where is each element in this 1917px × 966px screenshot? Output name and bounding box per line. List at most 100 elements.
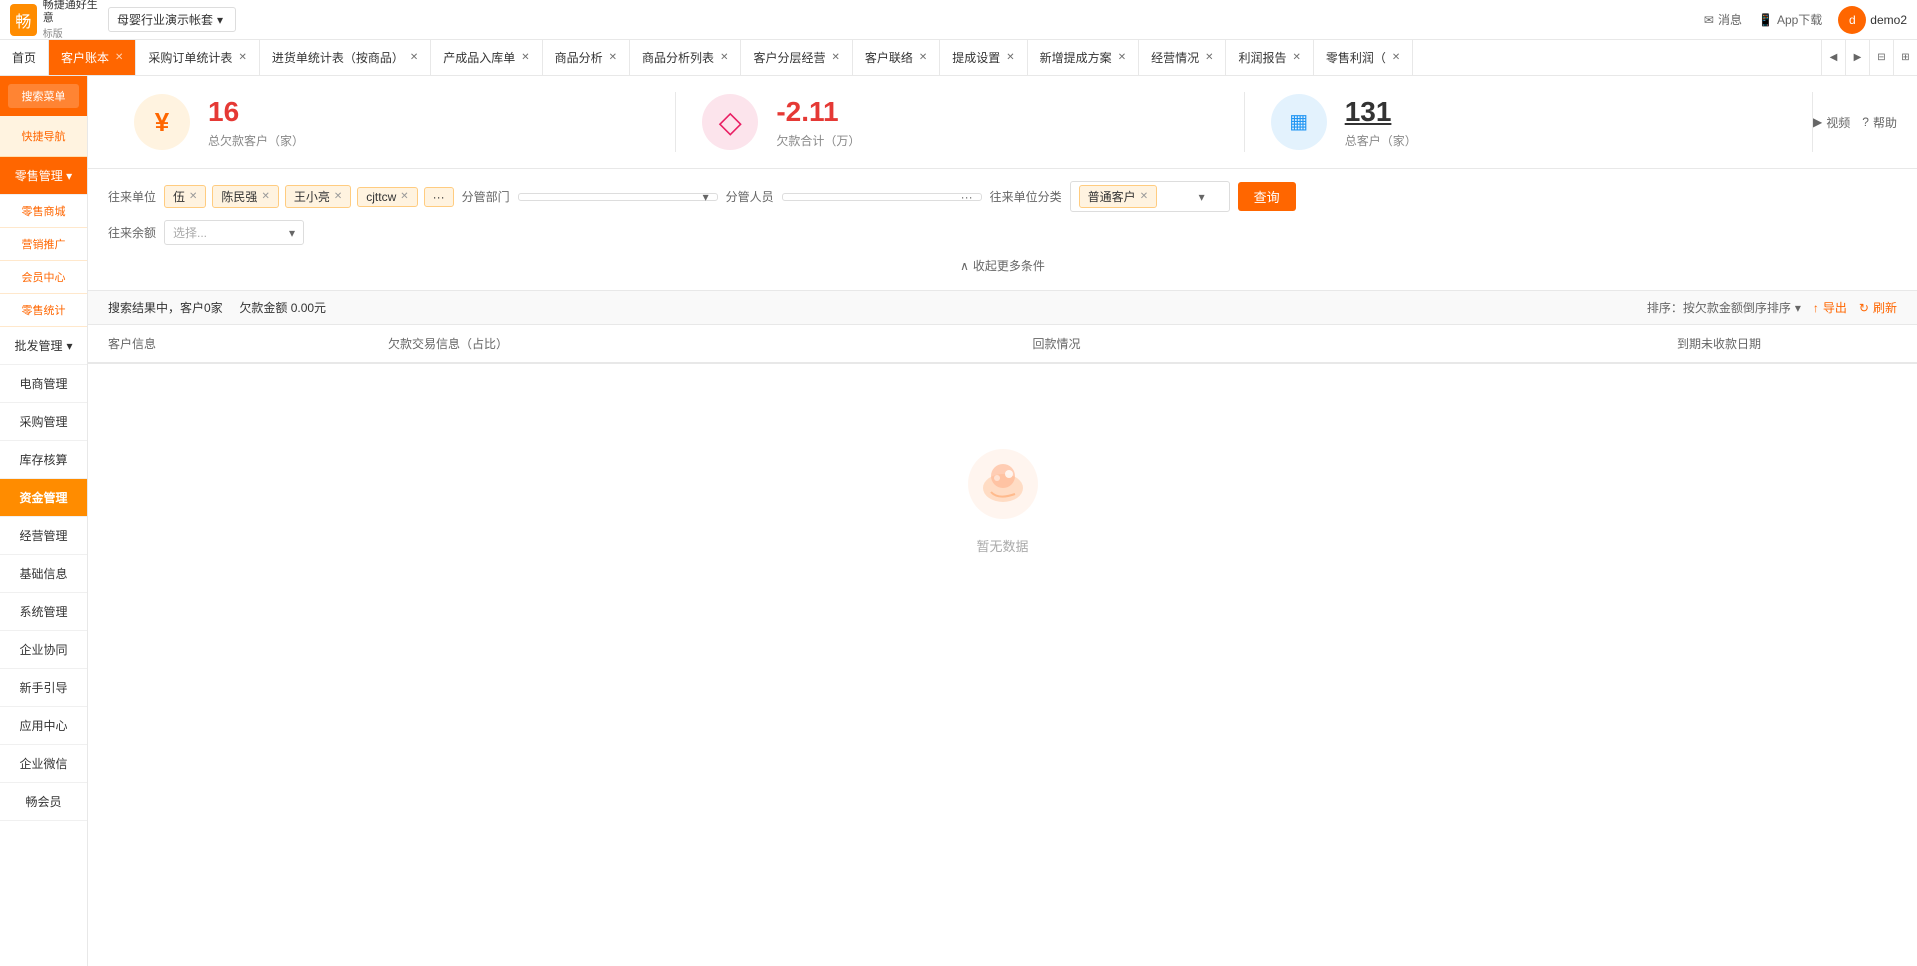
unit-tag-cjttcw-remove[interactable]: ✕	[400, 191, 408, 202]
main-layout: 搜索菜单 快捷导航 零售管理 ▾ 零售商城 营销推广 会员中心 零售统计 批发管…	[0, 76, 1917, 966]
industry-selector[interactable]: 母婴行业演示帐套 ▾	[108, 7, 236, 32]
balance-select[interactable]: 选择... ▾	[164, 220, 304, 245]
unit-tag-wu-remove[interactable]: ✕	[189, 191, 197, 202]
nav-prev-button[interactable]: ◀	[1821, 40, 1845, 76]
search-menu-button[interactable]: 搜索菜单	[8, 84, 79, 108]
sort-chevron-icon[interactable]: ▾	[1795, 301, 1801, 315]
video-label: 视频	[1826, 114, 1850, 131]
sidebar-item-member-center-label: 会员中心	[22, 272, 66, 284]
sidebar-search-area: 搜索菜单	[0, 76, 87, 116]
unit-category-select[interactable]: 普通客户 ✕ ▾	[1070, 181, 1230, 212]
sidebar-item-retail-stats[interactable]: 零售统计	[0, 294, 87, 327]
dept-chevron-icon: ▾	[703, 190, 709, 204]
sidebar-item-enterprise-collab[interactable]: 企业协同	[0, 631, 87, 669]
unit-tag-wu: 伍 ✕	[164, 185, 206, 208]
tab-purchase-order-stats-close[interactable]: ✕	[238, 52, 246, 63]
stat-icon-total: ▦	[1269, 92, 1329, 152]
message-label: 消息	[1718, 11, 1742, 28]
tab-customer-tier-close[interactable]: ✕	[831, 52, 839, 63]
nav-next-button[interactable]: ▶	[1845, 40, 1869, 76]
collapse-button[interactable]: ∧ 收起更多条件	[952, 253, 1053, 278]
balance-placeholder: 选择...	[173, 224, 207, 241]
sidebar-item-retail-mall-label: 零售商城	[22, 206, 66, 218]
sidebar-item-purchase-label: 采购管理	[19, 415, 67, 429]
dept-select[interactable]: ▾	[518, 193, 718, 201]
unit-tag-wang-remove[interactable]: ✕	[334, 191, 342, 202]
tab-product-analysis[interactable]: 商品分析 ✕	[543, 40, 630, 76]
sidebar-item-retail-mall[interactable]: 零售商城	[0, 195, 87, 228]
collapse-up-icon: ∧	[960, 259, 969, 273]
video-button[interactable]: ▶ 视频	[1813, 114, 1850, 131]
unit-tag-chen-remove[interactable]: ✕	[261, 191, 269, 202]
app-download-button[interactable]: 📱 App下载	[1758, 11, 1822, 28]
sort-label-text: 排序：按欠款金额倒序排序	[1647, 299, 1791, 316]
category-tag-normal: 普通客户 ✕	[1079, 185, 1157, 208]
tab-retail-profit-close[interactable]: ✕	[1392, 52, 1400, 63]
stat-label-debt: 欠款合计（万）	[776, 132, 860, 149]
sidebar-item-wholesale[interactable]: 批发管理 ▾	[0, 327, 87, 365]
tab-product-analysis-close[interactable]: ✕	[609, 52, 617, 63]
nav-collapse-button[interactable]: ⊟	[1869, 40, 1893, 76]
tab-purchase-stats-by-product-close[interactable]: ✕	[410, 52, 418, 63]
sidebar-item-business[interactable]: 经营管理	[0, 517, 87, 555]
tab-customer-contact-label: 客户联络	[865, 49, 913, 66]
tab-business-situation-close[interactable]: ✕	[1205, 52, 1213, 63]
sidebar-item-newbie-guide[interactable]: 新手引导	[0, 669, 87, 707]
category-tag-normal-remove[interactable]: ✕	[1140, 191, 1148, 202]
tab-profit-report[interactable]: 利润报告 ✕	[1226, 40, 1313, 76]
sidebar-item-finance[interactable]: 资金管理	[0, 479, 87, 517]
avatar: d	[1838, 6, 1866, 34]
tab-commission-settings[interactable]: 提成设置 ✕	[940, 40, 1027, 76]
sidebar-item-purchase[interactable]: 采购管理	[0, 403, 87, 441]
tab-home[interactable]: 首页	[0, 40, 49, 76]
person-filter-label: 分管人员	[726, 188, 774, 205]
tab-purchase-stats-by-product[interactable]: 进货单统计表（按商品） ✕	[260, 40, 431, 76]
sidebar-item-retail-label: 零售管理	[15, 169, 63, 183]
logo-area: 畅 畅捷通好生意 标版	[10, 0, 98, 40]
result-text: 搜索结果中，客户0家	[108, 301, 223, 315]
unit-more-button[interactable]: ···	[424, 187, 454, 207]
tab-customer-contact-close[interactable]: ✕	[919, 52, 927, 63]
sidebar-item-system[interactable]: 系统管理	[0, 593, 87, 631]
user-menu[interactable]: d demo2	[1838, 6, 1907, 34]
stat-info-customers: 16 总欠款客户（家）	[208, 95, 304, 150]
tab-product-analysis-list[interactable]: 商品分析列表 ✕	[630, 40, 741, 76]
tab-finished-goods-label: 产成品入库单	[443, 49, 515, 66]
tab-product-analysis-list-close[interactable]: ✕	[720, 52, 728, 63]
sidebar-item-member-center[interactable]: 会员中心	[0, 261, 87, 294]
export-button[interactable]: ↑ 导出	[1813, 299, 1847, 316]
person-select[interactable]: ···	[782, 193, 982, 201]
sidebar-item-base-info[interactable]: 基础信息	[0, 555, 87, 593]
stat-card-total: ▦ 131 总客户（家）	[1245, 92, 1813, 152]
sidebar-item-enterprise-wechat[interactable]: 企业微信	[0, 745, 87, 783]
quick-nav-button[interactable]: 快捷导航	[8, 124, 79, 148]
tab-profit-report-close[interactable]: ✕	[1293, 52, 1301, 63]
help-button[interactable]: ? 帮助	[1862, 114, 1897, 131]
sidebar-item-retail[interactable]: 零售管理 ▾	[0, 157, 87, 195]
tab-customer-tier[interactable]: 客户分层经营 ✕	[741, 40, 852, 76]
tab-retail-profit[interactable]: 零售利润（ ✕	[1314, 40, 1413, 76]
sidebar-item-app-center[interactable]: 应用中心	[0, 707, 87, 745]
sidebar-item-marketing[interactable]: 营销推广	[0, 228, 87, 261]
tab-finished-goods-close[interactable]: ✕	[521, 52, 529, 63]
tab-business-situation[interactable]: 经营情况 ✕	[1139, 40, 1226, 76]
tab-finished-goods[interactable]: 产成品入库单 ✕	[431, 40, 542, 76]
sidebar-item-ecommerce[interactable]: 电商管理	[0, 365, 87, 403]
tab-customer-ledger[interactable]: 客户账本 ✕	[49, 40, 136, 76]
sidebar-item-chang-member[interactable]: 畅会员	[0, 783, 87, 821]
tab-customer-ledger-close[interactable]: ✕	[115, 52, 123, 63]
sidebar-item-inventory[interactable]: 库存核算	[0, 441, 87, 479]
stat-right-buttons: ▶ 视频 ? 帮助	[1813, 114, 1897, 131]
tab-commission-settings-close[interactable]: ✕	[1006, 52, 1014, 63]
empty-state: 暂无数据	[88, 364, 1917, 635]
refresh-button[interactable]: ↻ 刷新	[1859, 299, 1897, 316]
message-button[interactable]: ✉ 消息	[1704, 11, 1742, 28]
nav-expand-button[interactable]: ⊞	[1893, 40, 1917, 76]
empty-text: 暂无数据	[976, 536, 1028, 555]
unit-category-chevron-icon: ▾	[1199, 190, 1205, 204]
tab-purchase-order-stats[interactable]: 采购订单统计表 ✕	[136, 40, 259, 76]
tab-add-commission-close[interactable]: ✕	[1118, 52, 1126, 63]
query-button[interactable]: 查询	[1238, 182, 1296, 211]
tab-add-commission[interactable]: 新增提成方案 ✕	[1028, 40, 1139, 76]
tab-customer-contact[interactable]: 客户联络 ✕	[853, 40, 940, 76]
